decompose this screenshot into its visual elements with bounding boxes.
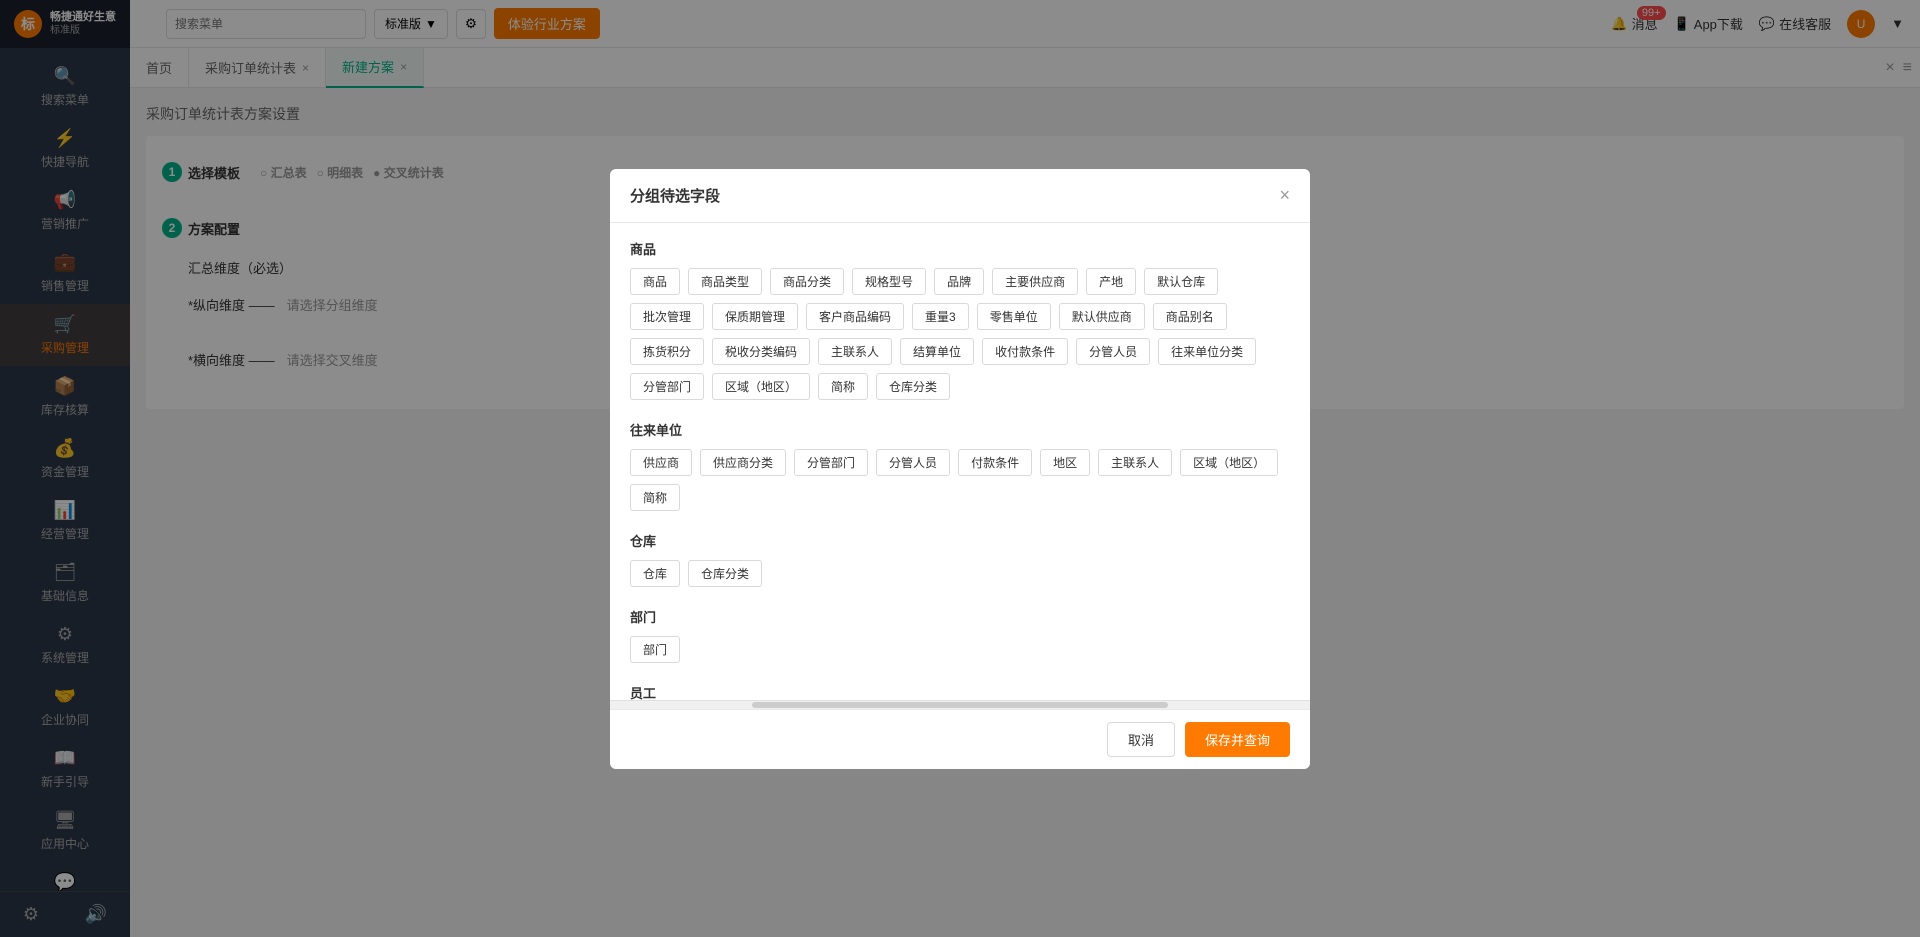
tag-main-supplier[interactable]: 主要供应商 [992,268,1078,295]
modal-overlay: 分组待选字段 × 商品 商品 商品类型 商品分类 规格型号 品牌 主要供应商 产… [0,0,1920,937]
section-partner-tags: 供应商 供应商分类 分管部门 分管人员 付款条件 地区 主联系人 区域（地区） … [630,449,1290,511]
section-warehouse: 仓库 仓库 仓库分类 [630,531,1290,587]
section-product: 商品 商品 商品类型 商品分类 规格型号 品牌 主要供应商 产地 默认仓库 批次… [630,239,1290,400]
tag-warehouse-category[interactable]: 仓库分类 [688,560,762,587]
section-product-tags: 商品 商品类型 商品分类 规格型号 品牌 主要供应商 产地 默认仓库 批次管理 … [630,268,1290,400]
modal-close-button[interactable]: × [1279,185,1290,206]
tag-department[interactable]: 部门 [630,636,680,663]
tag-product-type[interactable]: 商品类型 [688,268,762,295]
tag-product-category[interactable]: 商品分类 [770,268,844,295]
tag-region2[interactable]: 区域（地区） [1180,449,1278,476]
scroll-thumb [752,702,1167,708]
section-warehouse-tags: 仓库 仓库分类 [630,560,1290,587]
section-employee: 员工 业务员 [630,683,1290,700]
field-selection-modal: 分组待选字段 × 商品 商品 商品类型 商品分类 规格型号 品牌 主要供应商 产… [610,169,1310,769]
section-department: 部门 部门 [630,607,1290,663]
modal-scroll-x[interactable] [610,700,1310,709]
tag-manager[interactable]: 分管人员 [1076,338,1150,365]
tag-default-warehouse[interactable]: 默认仓库 [1144,268,1218,295]
tag-payment-cond[interactable]: 付款条件 [958,449,1032,476]
tag-product[interactable]: 商品 [630,268,680,295]
modal-title: 分组待选字段 [630,185,720,206]
tag-picking-points[interactable]: 拣货积分 [630,338,704,365]
tag-area[interactable]: 地区 [1040,449,1090,476]
tag-partner-category[interactable]: 往来单位分类 [1158,338,1256,365]
tag-default-supplier[interactable]: 默认供应商 [1059,303,1145,330]
tag-weight[interactable]: 重量3 [912,303,969,330]
tag-region[interactable]: 区域（地区） [712,373,810,400]
tag-spec-model[interactable]: 规格型号 [852,268,926,295]
tag-warehouse-cat[interactable]: 仓库分类 [876,373,950,400]
section-product-title: 商品 [630,239,1290,258]
tag-settlement-unit[interactable]: 结算单位 [900,338,974,365]
tag-quality-mgmt[interactable]: 保质期管理 [712,303,798,330]
tag-payment-terms[interactable]: 收付款条件 [982,338,1068,365]
section-department-title: 部门 [630,607,1290,626]
section-partner-title: 往来单位 [630,420,1290,439]
tag-partner-dept[interactable]: 分管部门 [794,449,868,476]
tag-batch-mgmt[interactable]: 批次管理 [630,303,704,330]
tag-abbr[interactable]: 简称 [818,373,868,400]
section-warehouse-title: 仓库 [630,531,1290,550]
section-employee-title: 员工 [630,683,1290,700]
modal-header: 分组待选字段 × [610,169,1310,223]
tag-dept[interactable]: 分管部门 [630,373,704,400]
tag-retail-unit[interactable]: 零售单位 [977,303,1051,330]
section-partner: 往来单位 供应商 供应商分类 分管部门 分管人员 付款条件 地区 主联系人 区域… [630,420,1290,511]
tag-supplier[interactable]: 供应商 [630,449,692,476]
tag-abbr2[interactable]: 简称 [630,484,680,511]
modal-footer: 取消 保存并查询 [610,709,1310,769]
tag-warehouse[interactable]: 仓库 [630,560,680,587]
tag-customer-code[interactable]: 客户商品编码 [806,303,904,330]
tag-main-contact[interactable]: 主联系人 [818,338,892,365]
tag-partner-manager[interactable]: 分管人员 [876,449,950,476]
modal-body: 商品 商品 商品类型 商品分类 规格型号 品牌 主要供应商 产地 默认仓库 批次… [610,223,1310,700]
confirm-button[interactable]: 保存并查询 [1185,722,1290,757]
cancel-button[interactable]: 取消 [1107,722,1175,757]
tag-origin[interactable]: 产地 [1086,268,1136,295]
tag-supplier-cat[interactable]: 供应商分类 [700,449,786,476]
tag-tax-code[interactable]: 税收分类编码 [712,338,810,365]
section-department-tags: 部门 [630,636,1290,663]
tag-alias[interactable]: 商品别名 [1153,303,1227,330]
tag-main-contact2[interactable]: 主联系人 [1098,449,1172,476]
tag-brand[interactable]: 品牌 [934,268,984,295]
